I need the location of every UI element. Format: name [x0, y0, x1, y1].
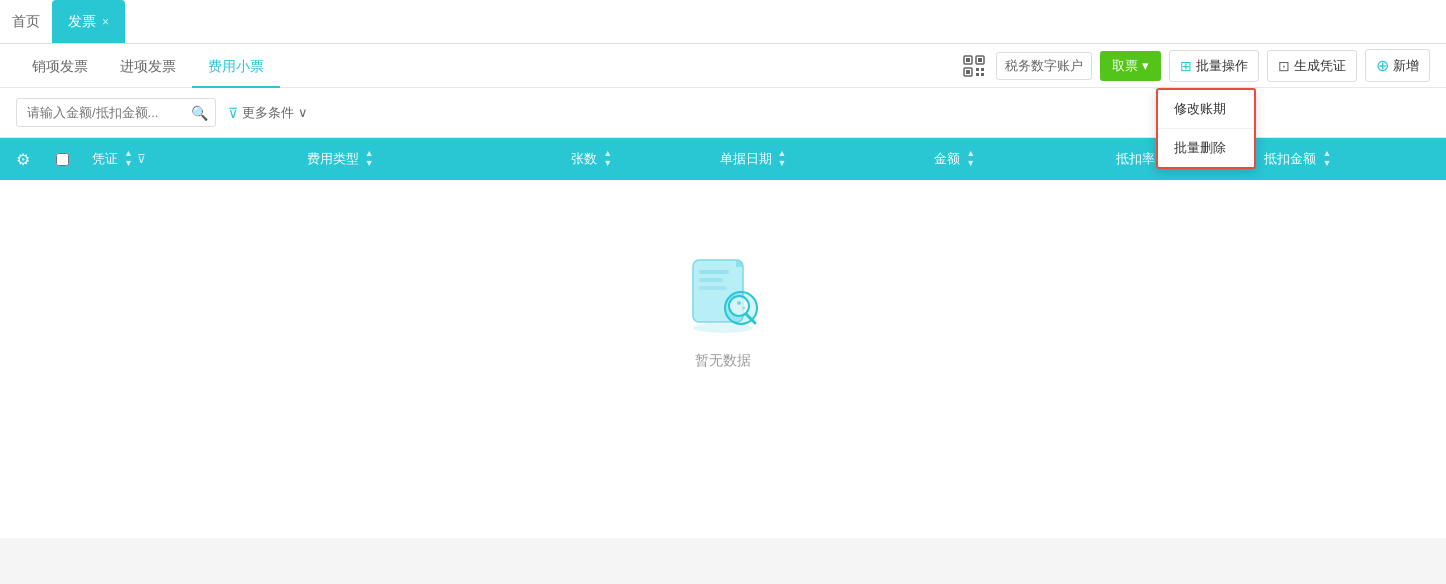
- select-all-checkbox[interactable]: [56, 153, 69, 166]
- qr-code-icon[interactable]: [960, 52, 988, 80]
- batch-ops-dropdown: 修改账期 批量删除: [1156, 88, 1256, 169]
- expense-type-sort-icon[interactable]: ▲▼: [365, 149, 374, 169]
- th-expense-type: 费用类型 ▲▼: [299, 149, 563, 169]
- second-nav: 销项发票 进项发票 费用小票 税务数字账户 取票: [0, 44, 1446, 88]
- count-sort-icon[interactable]: ▲▼: [603, 149, 612, 169]
- svg-point-19: [743, 307, 746, 310]
- empty-state: 暂无数据: [0, 180, 1446, 410]
- th-count: 张数 ▲▼: [563, 149, 711, 169]
- tab-input-invoice[interactable]: 进项发票: [104, 44, 192, 88]
- add-icon: ⊕: [1376, 56, 1389, 75]
- home-link[interactable]: 首页: [0, 0, 52, 43]
- take-ticket-button[interactable]: 取票 ▾: [1100, 51, 1161, 81]
- modify-period-item[interactable]: 修改账期: [1158, 90, 1254, 128]
- tab-expense-receipt[interactable]: 费用小票: [192, 44, 280, 88]
- svg-point-18: [737, 301, 741, 305]
- settings-icon[interactable]: ⚙: [16, 150, 30, 169]
- add-button[interactable]: ⊕ 新增: [1365, 49, 1430, 82]
- tab-sales-invoice[interactable]: 销项发票: [16, 44, 104, 88]
- date-sort-icon[interactable]: ▲▼: [778, 149, 787, 169]
- th-checkbox: [48, 153, 84, 166]
- more-conditions-arrow: ∨: [298, 105, 308, 120]
- th-amount: 金额 ▲▼: [926, 149, 1108, 169]
- th-date: 单据日期 ▲▼: [712, 149, 927, 169]
- batch-delete-item[interactable]: 批量删除: [1158, 128, 1254, 167]
- th-voucher: 凭证 ▲▼ ⊽: [84, 149, 299, 169]
- svg-rect-8: [976, 73, 979, 76]
- content-area: ⚙ 凭证 ▲▼ ⊽ 费用类型 ▲▼ 张数 ▲▼ 单据日期 ▲▼: [0, 138, 1446, 538]
- top-nav: 首页 发票 ×: [0, 0, 1446, 44]
- gen-voucher-icon: ⊡: [1278, 58, 1290, 74]
- more-conditions-button[interactable]: ⊽ 更多条件 ∨: [228, 104, 308, 122]
- batch-ops-button[interactable]: ⊞ 批量操作: [1169, 50, 1259, 82]
- svg-rect-3: [978, 58, 982, 62]
- svg-rect-5: [966, 70, 970, 74]
- svg-rect-13: [699, 278, 723, 282]
- svg-rect-9: [981, 73, 984, 76]
- toolbar-right: 税务数字账户 取票 ▾ ⊞ 批量操作 ⊡ 生成凭证 ⊕ 新增: [960, 49, 1430, 82]
- take-ticket-arrow: ▾: [1142, 58, 1149, 73]
- voucher-filter-icon[interactable]: ⊽: [137, 152, 146, 166]
- svg-rect-1: [966, 58, 970, 62]
- empty-icon: [673, 240, 773, 340]
- search-icon: 🔍: [191, 105, 208, 121]
- th-settings: ⚙: [8, 150, 48, 169]
- voucher-sort-icon[interactable]: ▲▼: [124, 149, 133, 169]
- th-deduct-amount: 抵扣金额 ▲▼: [1256, 149, 1438, 169]
- search-input[interactable]: [16, 98, 216, 127]
- search-input-wrap: 🔍: [16, 98, 216, 127]
- gen-voucher-button[interactable]: ⊡ 生成凭证: [1267, 50, 1357, 82]
- invoice-tab[interactable]: 发票 ×: [52, 0, 125, 43]
- amount-sort-icon[interactable]: ▲▼: [966, 149, 975, 169]
- close-icon[interactable]: ×: [102, 15, 109, 29]
- tax-account-button[interactable]: 税务数字账户: [996, 52, 1092, 80]
- batch-ops-icon: ⊞: [1180, 58, 1192, 74]
- svg-rect-6: [976, 68, 979, 71]
- svg-rect-14: [699, 286, 727, 290]
- filter-icon: ⊽: [228, 105, 238, 121]
- svg-rect-7: [981, 68, 984, 71]
- empty-text: 暂无数据: [695, 352, 751, 370]
- deduct-sort-icon[interactable]: ▲▼: [1322, 149, 1331, 169]
- invoice-tab-label: 发票: [68, 13, 96, 31]
- svg-rect-12: [699, 270, 729, 274]
